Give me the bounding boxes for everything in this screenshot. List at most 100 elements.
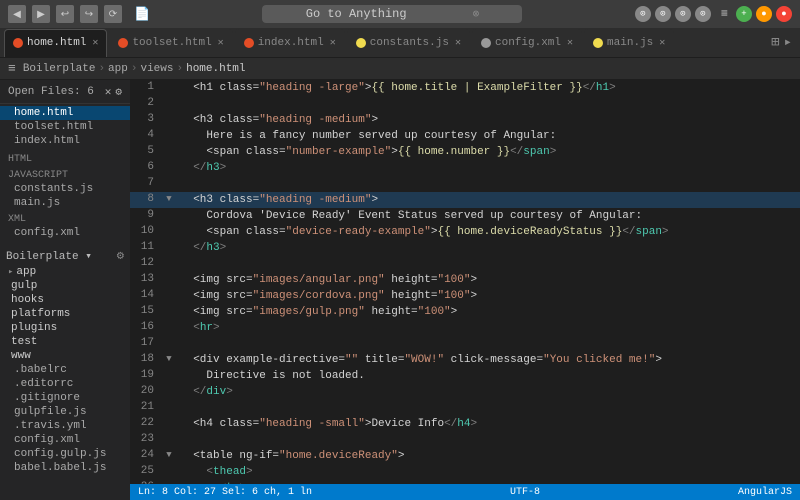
more-tabs-icon[interactable]: ▸: [784, 34, 792, 51]
table-row: 22 <h4 class="heading -small">Device Inf…: [130, 416, 800, 432]
sidebar-lang-html: HTML: [0, 150, 130, 166]
fold-arrow-icon[interactable]: [162, 256, 176, 272]
sidebar-toggle-icon[interactable]: ≡: [8, 61, 16, 76]
menu-icon[interactable]: ≡: [721, 7, 728, 21]
window-icon-2[interactable]: ●: [756, 6, 772, 22]
sidebar-file-constants-js[interactable]: constants.js: [0, 182, 130, 196]
fold-arrow-icon[interactable]: [162, 208, 176, 224]
line-content: </h3>: [176, 160, 800, 176]
sidebar-file-index-html[interactable]: index.html: [0, 134, 130, 148]
sidebar-file-gitignore[interactable]: .gitignore: [0, 391, 130, 405]
fold-arrow-icon[interactable]: [162, 96, 176, 112]
fold-arrow-icon[interactable]: [162, 288, 176, 304]
title-bar-right: ⊙ ⊙ ⊙ ⊙ ≡ + ● ●: [635, 6, 792, 22]
split-editor-icon[interactable]: ⊞: [771, 34, 779, 51]
tab-index-html[interactable]: index.html ✕: [235, 29, 345, 57]
title-bar: ◀ ▶ ↩ ↪ ⟳ 📄 Go to Anything ⊗ ⊙ ⊙ ⊙ ⊙ ≡ +…: [0, 0, 800, 28]
sidebar-file-main-js[interactable]: main.js: [0, 196, 130, 210]
nav-back-button[interactable]: ◀: [8, 5, 26, 23]
fold-arrow-icon[interactable]: [162, 80, 176, 96]
line-number: 5: [130, 144, 162, 160]
fold-arrow-icon[interactable]: [162, 416, 176, 432]
sidebar-file-travis[interactable]: .travis.yml: [0, 419, 130, 433]
line-number: 14: [130, 288, 162, 304]
fold-arrow-icon[interactable]: [162, 384, 176, 400]
tab-close-constants-js[interactable]: ✕: [455, 37, 461, 49]
title-icon: ⊗: [473, 7, 480, 21]
sidebar-file-home-html[interactable]: home.html: [0, 106, 130, 120]
fold-arrow-icon[interactable]: [162, 160, 176, 176]
tab-main-js[interactable]: main.js ✕: [584, 29, 674, 57]
sidebar-file-babelrc[interactable]: .babelrc: [0, 363, 130, 377]
fold-arrow-icon[interactable]: [162, 272, 176, 288]
fold-arrow-icon[interactable]: [162, 112, 176, 128]
title-bar-center[interactable]: Go to Anything ⊗: [262, 5, 522, 23]
sidebar-folder-www[interactable]: www: [0, 349, 130, 363]
sidebar-file-babel[interactable]: babel.babel.js: [0, 461, 130, 475]
fold-arrow-icon[interactable]: [162, 368, 176, 384]
window-icon-1[interactable]: +: [736, 6, 752, 22]
folder-label-www: www: [11, 350, 31, 362]
nav-redo-button[interactable]: ↪: [80, 5, 98, 23]
sidebar-folder-hooks[interactable]: hooks: [0, 293, 130, 307]
boilerplate-gear-icon[interactable]: ⚙: [117, 248, 124, 263]
fold-arrow-icon[interactable]: [162, 240, 176, 256]
fold-arrow-icon[interactable]: [162, 464, 176, 480]
nav-refresh-button[interactable]: ⟳: [104, 5, 122, 23]
tab-toolset-html[interactable]: toolset.html ✕: [109, 29, 232, 57]
nav-forward-button[interactable]: ▶: [32, 5, 50, 23]
sidebar-file-config-xml-b[interactable]: config.xml: [0, 433, 130, 447]
fold-arrow-icon[interactable]: [162, 176, 176, 192]
breadcrumb-part-3: views: [140, 63, 173, 75]
fold-arrow-icon[interactable]: [162, 432, 176, 448]
sidebar-menu-icon[interactable]: ⚙: [115, 85, 122, 99]
line-number: 8: [130, 192, 162, 208]
code-editor[interactable]: 1 <h1 class="heading -large">{{ home.tit…: [130, 80, 800, 500]
tab-home-html[interactable]: home.html ✕: [4, 29, 107, 57]
fold-arrow-icon[interactable]: [162, 128, 176, 144]
tab-close-config-xml[interactable]: ✕: [567, 37, 573, 49]
sidebar-file-config-gulp[interactable]: config.gulp.js: [0, 447, 130, 461]
table-row: 21: [130, 400, 800, 416]
tab-close-home-html[interactable]: ✕: [92, 37, 98, 49]
boilerplate-group-header[interactable]: Boilerplate ▾ ⚙: [0, 246, 130, 265]
fold-arrow-icon[interactable]: [162, 336, 176, 352]
window-icon-3[interactable]: ●: [776, 6, 792, 22]
fold-arrow-icon[interactable]: [162, 400, 176, 416]
sidebar-file-editorrc[interactable]: .editorrc: [0, 377, 130, 391]
sidebar-file-toolset-html[interactable]: toolset.html: [0, 120, 130, 134]
toolbar-icon-1[interactable]: ⊙: [635, 6, 651, 22]
tab-config-xml[interactable]: config.xml ✕: [472, 29, 582, 57]
tab-close-index-html[interactable]: ✕: [330, 37, 336, 49]
table-row: 23: [130, 432, 800, 448]
line-content: [176, 96, 800, 112]
tab-close-toolset-html[interactable]: ✕: [218, 37, 224, 49]
sidebar-folder-platforms[interactable]: platforms: [0, 307, 130, 321]
sidebar-folder-app[interactable]: ▸ app: [0, 265, 130, 279]
fold-arrow-icon[interactable]: [162, 320, 176, 336]
line-content: </h3>: [176, 240, 800, 256]
sidebar-folder-test[interactable]: test: [0, 335, 130, 349]
fold-arrow-icon[interactable]: ▼: [162, 448, 176, 464]
sidebar-file-config-xml[interactable]: config.xml: [0, 226, 130, 240]
folder-label-platforms: platforms: [11, 308, 70, 320]
tab-constants-js[interactable]: constants.js ✕: [347, 29, 470, 57]
fold-arrow-icon[interactable]: [162, 144, 176, 160]
sidebar-file-gulpfile[interactable]: gulpfile.js: [0, 405, 130, 419]
toolbar-icon-3[interactable]: ⊙: [675, 6, 691, 22]
fold-arrow-icon[interactable]: ▼: [162, 352, 176, 368]
folder-label-app: app: [16, 266, 36, 278]
new-file-icon[interactable]: ✕: [105, 85, 112, 99]
nav-undo-button[interactable]: ↩: [56, 5, 74, 23]
fold-arrow-icon[interactable]: ▼: [162, 192, 176, 208]
sidebar-folder-gulp[interactable]: gulp: [0, 279, 130, 293]
toolbar-icon-2[interactable]: ⊙: [655, 6, 671, 22]
line-number: 20: [130, 384, 162, 400]
sidebar-folder-plugins[interactable]: plugins: [0, 321, 130, 335]
table-row: 5 <span class="number-example">{{ home.n…: [130, 144, 800, 160]
tab-icon-config-xml: [481, 38, 491, 48]
toolbar-icon-4[interactable]: ⊙: [695, 6, 711, 22]
tab-close-main-js[interactable]: ✕: [659, 37, 665, 49]
fold-arrow-icon[interactable]: [162, 224, 176, 240]
fold-arrow-icon[interactable]: [162, 304, 176, 320]
